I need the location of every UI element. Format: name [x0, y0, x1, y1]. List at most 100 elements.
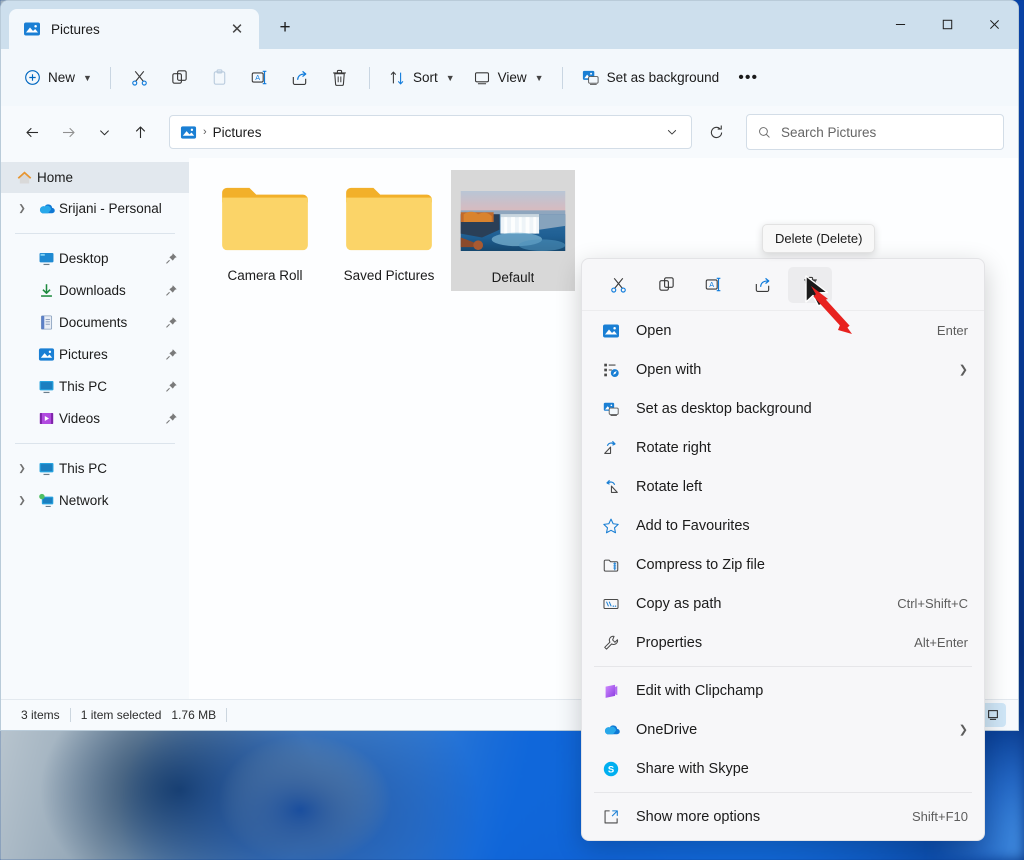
arrow-right-icon [62, 127, 75, 137]
menu-item-label: Compress to Zip file [636, 556, 765, 573]
refresh-button[interactable] [698, 115, 734, 149]
breadcrumb-separator: › [203, 126, 207, 138]
sidebar-item-label: Documents [59, 315, 128, 330]
search-input[interactable] [781, 124, 993, 140]
maximize-button[interactable] [924, 1, 971, 47]
menu-item-rotate-left[interactable]: Rotate left [586, 467, 980, 506]
zip-icon [602, 556, 636, 574]
menu-item-copy-as-path[interactable]: Copy as path Ctrl+Shift+C [586, 584, 980, 623]
share-icon-button[interactable] [740, 267, 784, 303]
copy-icon-button[interactable] [644, 267, 688, 303]
pin-icon[interactable] [159, 412, 183, 425]
more-options-button[interactable]: ••• [728, 60, 768, 96]
cut-icon-button[interactable] [596, 267, 640, 303]
file-item-saved-pictures[interactable]: Saved Pictures [327, 170, 451, 291]
view-button-label: View [497, 70, 527, 85]
menu-item-share-with-skype[interactable]: S Share with Skype [586, 749, 980, 788]
pictures-icon [33, 346, 59, 363]
chevron-right-icon: ❯ [958, 724, 968, 736]
forward-button[interactable] [51, 115, 85, 149]
menu-item-label: Rotate left [636, 478, 703, 495]
new-button[interactable]: New ▼ [15, 60, 101, 96]
sidebar-item-pictures[interactable]: Pictures [7, 339, 183, 370]
file-item-label: Saved Pictures [343, 268, 435, 283]
close-button[interactable] [971, 1, 1018, 47]
menu-item-add-to-favourites[interactable]: Add to Favourites [586, 506, 980, 545]
videos-icon [33, 410, 59, 427]
menu-item-set-as-desktop-background[interactable]: Set as desktop background [586, 389, 980, 428]
pin-icon[interactable] [159, 316, 183, 329]
sidebar-item-videos[interactable]: Videos [7, 403, 183, 434]
search-box[interactable] [746, 114, 1004, 150]
more-options-icon [602, 808, 636, 826]
sidebar-item-documents[interactable]: Documents [7, 307, 183, 338]
chevron-right-icon[interactable]: ❯ [11, 203, 33, 214]
menu-item-label: Open with [636, 361, 702, 378]
sidebar-item-this-pc[interactable]: ❯ This PC [7, 453, 183, 484]
menu-item-rotate-right[interactable]: Rotate right [586, 428, 980, 467]
star-icon [602, 517, 636, 535]
pin-icon[interactable] [159, 252, 183, 265]
menu-item-show-more-options[interactable]: Show more options Shift+F10 [586, 797, 980, 836]
sidebar-item-this-pc-pinned[interactable]: This PC [7, 371, 183, 402]
up-button[interactable] [123, 115, 157, 149]
file-item-default[interactable]: Default [451, 170, 575, 291]
chevron-right-icon[interactable]: ❯ [11, 495, 33, 506]
share-button[interactable] [280, 60, 320, 96]
rename-icon: A [705, 277, 721, 292]
desktop-icon [33, 250, 59, 267]
folder-icon [222, 187, 308, 251]
tab-pictures[interactable]: Pictures ✕ [9, 9, 259, 49]
address-bar[interactable]: › Pictures [169, 115, 692, 149]
set-as-background-label: Set as background [606, 70, 720, 85]
chevron-right-icon[interactable]: ❯ [11, 463, 33, 474]
sidebar-item-label: Home [37, 170, 74, 185]
sort-button[interactable]: Sort ▼ [379, 60, 464, 96]
delete-button[interactable] [320, 60, 360, 96]
view-button[interactable]: View ▼ [464, 60, 553, 96]
sidebar-item-home[interactable]: Home [1, 162, 189, 193]
share-icon [755, 277, 769, 293]
sort-icon [390, 71, 404, 84]
sidebar-item-downloads[interactable]: Downloads [7, 275, 183, 306]
close-icon[interactable]: ✕ [223, 15, 251, 43]
rename-button[interactable]: A [240, 60, 280, 96]
rename-icon-button[interactable]: A [692, 267, 736, 303]
sidebar-item-network[interactable]: ❯ Network [7, 485, 183, 516]
view-icon [474, 71, 489, 84]
sidebar-item-desktop[interactable]: Desktop [7, 243, 183, 274]
copy-button[interactable] [160, 60, 200, 96]
address-dropdown-button[interactable] [655, 117, 689, 147]
menu-item-edit-with-clipchamp[interactable]: Edit with Clipchamp [586, 671, 980, 710]
share-icon [293, 70, 307, 86]
sidebar-item-srijani-personal[interactable]: ❯ Srijani - Personal [7, 193, 183, 224]
file-item-camera-roll[interactable]: Camera Roll [203, 170, 327, 291]
recent-locations-button[interactable] [87, 115, 121, 149]
menu-item-compress-to-zip[interactable]: Compress to Zip file [586, 545, 980, 584]
pin-icon[interactable] [159, 284, 183, 297]
delete-icon-button[interactable] [788, 266, 832, 303]
selection-size: 1.76 MB [171, 708, 217, 722]
pin-icon[interactable] [159, 380, 183, 393]
plus-circle-icon [25, 70, 40, 85]
paste-button[interactable] [200, 60, 240, 96]
menu-item-open[interactable]: Open Enter [586, 311, 980, 350]
cut-button[interactable] [120, 60, 160, 96]
large-icons-view-icon [988, 710, 998, 720]
menu-item-properties[interactable]: Properties Alt+Enter [586, 623, 980, 662]
set-as-background-button[interactable]: Set as background [572, 60, 729, 96]
tooltip: Delete (Delete) [762, 224, 876, 253]
back-button[interactable] [15, 115, 49, 149]
menu-item-onedrive[interactable]: OneDrive ❯ [586, 710, 980, 749]
title-bar: Pictures ✕ + [1, 1, 1018, 49]
breadcrumb: › Pictures [180, 124, 655, 141]
new-tab-button[interactable]: + [267, 10, 303, 46]
picture-open-icon [602, 322, 636, 340]
minimize-button[interactable] [877, 1, 924, 47]
thumbnail [460, 180, 566, 262]
menu-item-label: Show more options [636, 808, 761, 825]
menu-item-label: Set as desktop background [636, 400, 812, 417]
pin-icon[interactable] [159, 348, 183, 361]
breadcrumb-current[interactable]: Pictures [213, 125, 262, 140]
menu-item-open-with[interactable]: Open with ❯ [586, 350, 980, 389]
